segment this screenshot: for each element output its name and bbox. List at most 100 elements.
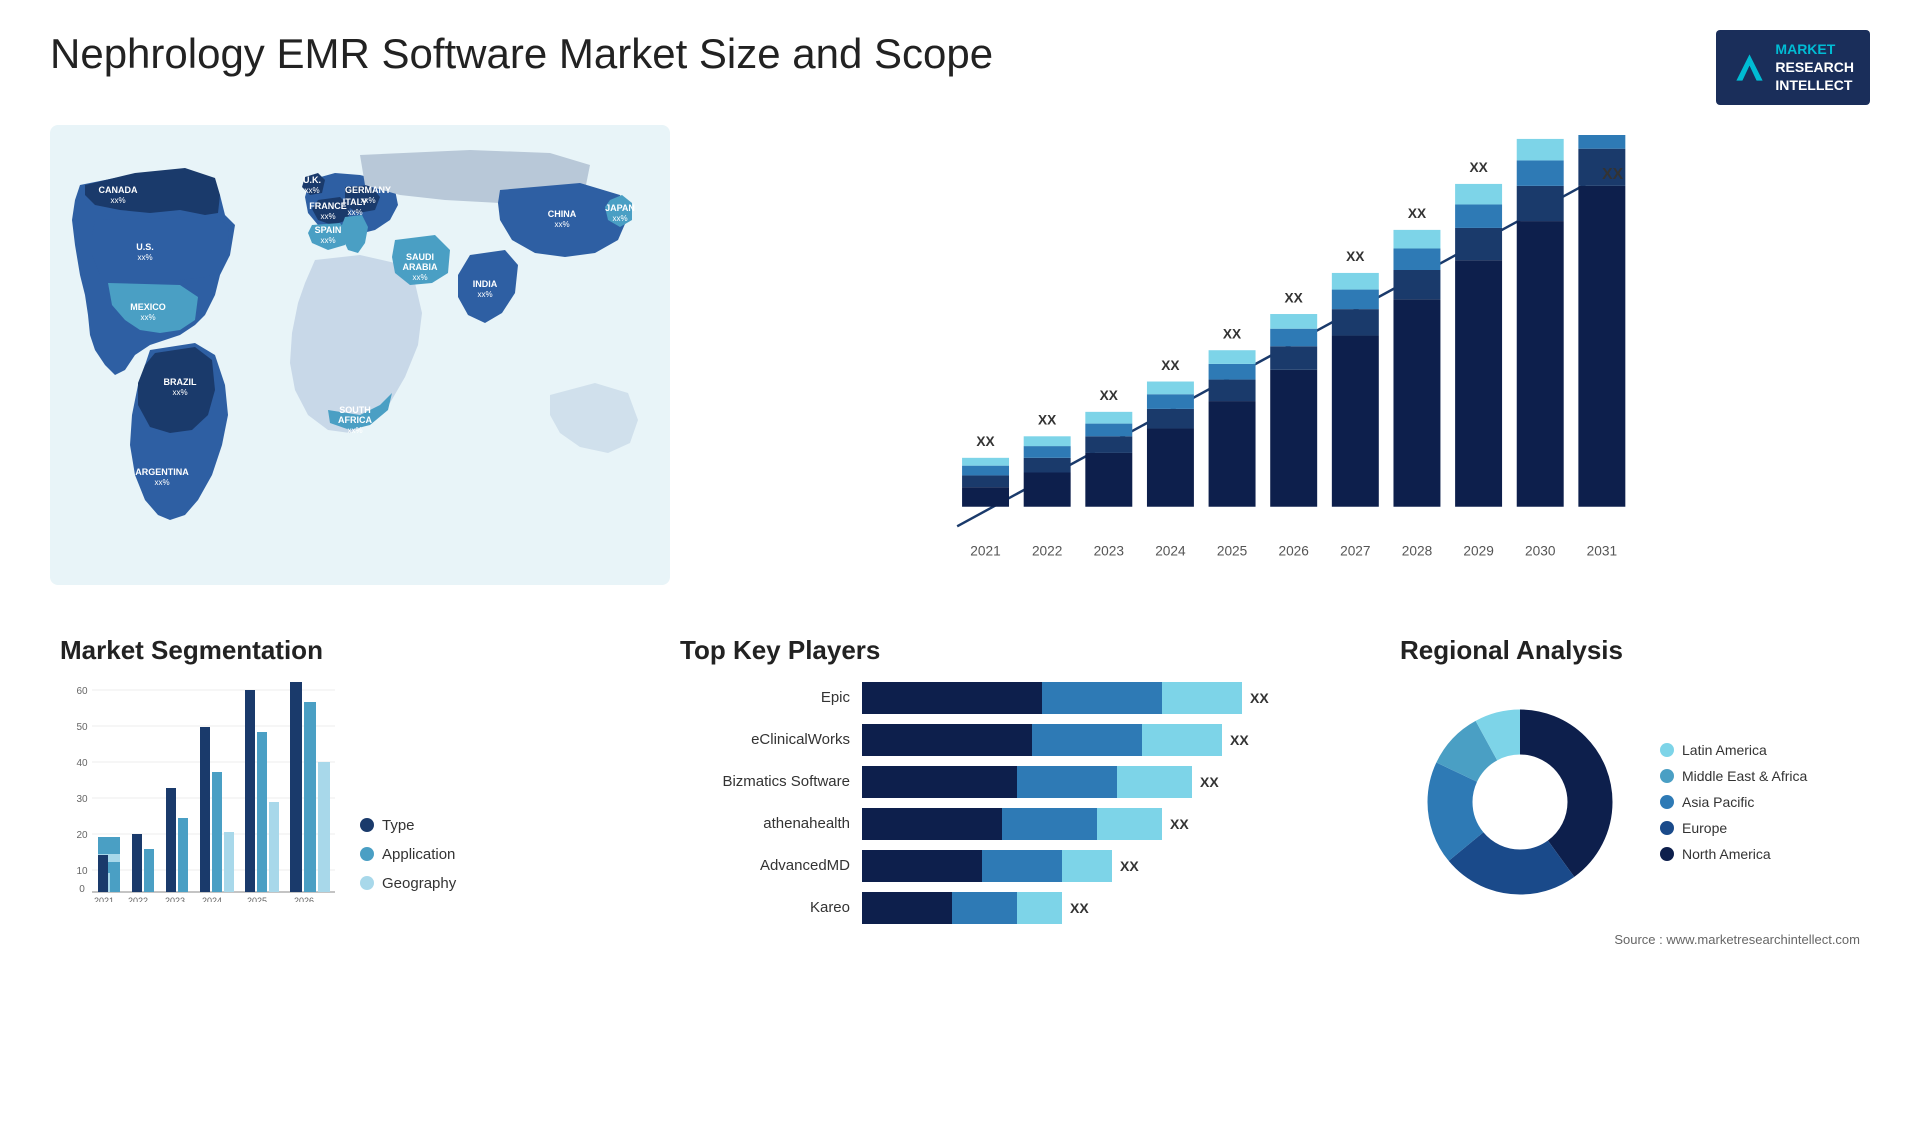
svg-text:2031: 2031 <box>1587 543 1617 558</box>
svg-text:xx%: xx% <box>554 220 569 229</box>
regional-section: Regional Analysis <box>1390 625 1870 957</box>
donut-container: Latin America Middle East & Africa Asia … <box>1400 682 1860 922</box>
svg-text:2024: 2024 <box>1155 543 1186 558</box>
players-section: Top Key Players Epic XX <box>670 625 1370 957</box>
page-container: Nephrology EMR Software Market Size and … <box>0 0 1920 1146</box>
svg-text:xx%: xx% <box>320 236 335 245</box>
svg-text:60: 60 <box>76 686 88 697</box>
legend-geo-dot <box>360 876 374 890</box>
svg-text:30: 30 <box>76 794 88 805</box>
legend-application: Application <box>360 846 456 863</box>
svg-text:U.K.: U.K. <box>303 175 321 185</box>
svg-text:2030: 2030 <box>1525 543 1556 558</box>
svg-text:2024: 2024 <box>202 896 222 902</box>
player-name-epic: Epic <box>680 689 850 706</box>
svg-text:xx%: xx% <box>360 196 375 205</box>
player-row-athena: athenahealth XX <box>680 808 1360 840</box>
canada-label: CANADA <box>99 185 138 195</box>
svg-text:XX: XX <box>1038 412 1057 427</box>
player-row-eclinical: eClinicalWorks XX <box>680 724 1360 756</box>
svg-text:SAUDI: SAUDI <box>406 252 434 262</box>
svg-text:xx%: xx% <box>137 253 152 262</box>
svg-text:20: 20 <box>76 830 88 841</box>
svg-text:XX: XX <box>976 434 995 449</box>
svg-text:xx%: xx% <box>347 208 362 217</box>
svg-text:2025: 2025 <box>247 896 267 902</box>
svg-text:xx%: xx% <box>612 214 627 223</box>
player-row-epic: Epic XX <box>680 682 1360 714</box>
svg-text:xx%: xx% <box>320 212 335 221</box>
svg-text:SPAIN: SPAIN <box>315 225 342 235</box>
legend-north-america: North America <box>1660 846 1807 862</box>
map-section: CANADA xx% U.S. xx% MEXICO xx% BRAZIL xx… <box>50 125 670 605</box>
legend-middle-east: Middle East & Africa <box>1660 768 1807 784</box>
svg-text:CHINA: CHINA <box>548 209 577 219</box>
svg-text:10: 10 <box>76 866 88 877</box>
legend-me-dot <box>1660 769 1674 783</box>
svg-text:xx%: xx% <box>172 388 187 397</box>
svg-text:xx%: xx% <box>412 273 427 282</box>
svg-text:2026: 2026 <box>1278 543 1309 558</box>
legend-type: Type <box>360 817 456 834</box>
svg-text:xx%: xx% <box>477 290 492 299</box>
svg-text:0: 0 <box>79 884 85 895</box>
svg-text:XX: XX <box>1408 206 1427 221</box>
regional-title: Regional Analysis <box>1400 635 1860 666</box>
svg-text:2027: 2027 <box>1340 543 1370 558</box>
regional-donut <box>1400 682 1640 922</box>
seg-chart-container: 60 50 40 30 20 10 0 <box>60 682 640 902</box>
logo: MARKET RESEARCH INTELLECT <box>1716 30 1870 105</box>
player-row-advancedmd: AdvancedMD XX <box>680 850 1360 882</box>
player-bar-epic: XX <box>862 682 1360 714</box>
header: Nephrology EMR Software Market Size and … <box>50 30 1870 105</box>
player-bar-kareo: XX <box>862 892 1360 924</box>
svg-text:xx%: xx% <box>110 196 125 205</box>
svg-text:2029: 2029 <box>1463 543 1493 558</box>
svg-text:JAPAN: JAPAN <box>605 203 635 213</box>
seg-legend: Type Application Geography <box>360 817 456 902</box>
chart-section: XX 2021 XX 2022 XX 2023 <box>690 125 1870 605</box>
content-grid: CANADA xx% U.S. xx% MEXICO xx% BRAZIL xx… <box>50 125 1870 957</box>
svg-text:2025: 2025 <box>1217 543 1248 558</box>
player-bar-advancedmd: XX <box>862 850 1360 882</box>
player-name-athena: athenahealth <box>680 815 850 832</box>
legend-europe: Europe <box>1660 820 1807 836</box>
svg-text:40: 40 <box>76 758 88 769</box>
svg-text:GERMANY: GERMANY <box>345 185 391 195</box>
svg-text:xx%: xx% <box>140 313 155 322</box>
svg-text:XX: XX <box>1161 357 1180 372</box>
legend-na-dot <box>1660 847 1674 861</box>
growth-chart: XX 2021 XX 2022 XX 2023 <box>710 135 1850 585</box>
logo-icon <box>1732 50 1767 85</box>
svg-text:2022: 2022 <box>1032 543 1062 558</box>
legend-type-dot <box>360 818 374 832</box>
player-row-bizmatics: Bizmatics Software XX <box>680 766 1360 798</box>
svg-text:xx%: xx% <box>347 426 362 435</box>
player-name-bizmatics: Bizmatics Software <box>680 773 850 790</box>
svg-text:FRANCE: FRANCE <box>309 201 347 211</box>
svg-text:2023: 2023 <box>1094 543 1125 558</box>
svg-text:2028: 2028 <box>1402 543 1433 558</box>
svg-text:U.S.: U.S. <box>136 242 154 252</box>
svg-text:50: 50 <box>76 722 88 733</box>
svg-text:xx%: xx% <box>304 186 319 195</box>
players-bars: Epic XX eClinicalWorks <box>680 682 1360 924</box>
player-name-kareo: Kareo <box>680 899 850 916</box>
svg-text:2022: 2022 <box>128 896 148 902</box>
bottom-section: Market Segmentation 60 50 40 30 20 10 0 <box>50 625 1870 957</box>
page-title: Nephrology EMR Software Market Size and … <box>50 30 993 78</box>
world-map: CANADA xx% U.S. xx% MEXICO xx% BRAZIL xx… <box>50 125 670 585</box>
logo-text: MARKET RESEARCH INTELLECT <box>1775 40 1854 95</box>
legend-asia-pacific: Asia Pacific <box>1660 794 1807 810</box>
svg-text:INDIA: INDIA <box>473 279 498 289</box>
player-row-kareo: Kareo XX <box>680 892 1360 924</box>
svg-text:ARGENTINA: ARGENTINA <box>135 467 189 477</box>
svg-text:SOUTH: SOUTH <box>339 405 371 415</box>
player-bar-eclinical: XX <box>862 724 1360 756</box>
legend-ap-dot <box>1660 795 1674 809</box>
svg-text:2021: 2021 <box>94 896 114 902</box>
player-name-advancedmd: AdvancedMD <box>680 857 850 874</box>
svg-text:xx%: xx% <box>154 478 169 487</box>
svg-text:XX: XX <box>1602 166 1623 183</box>
legend-geography: Geography <box>360 875 456 892</box>
